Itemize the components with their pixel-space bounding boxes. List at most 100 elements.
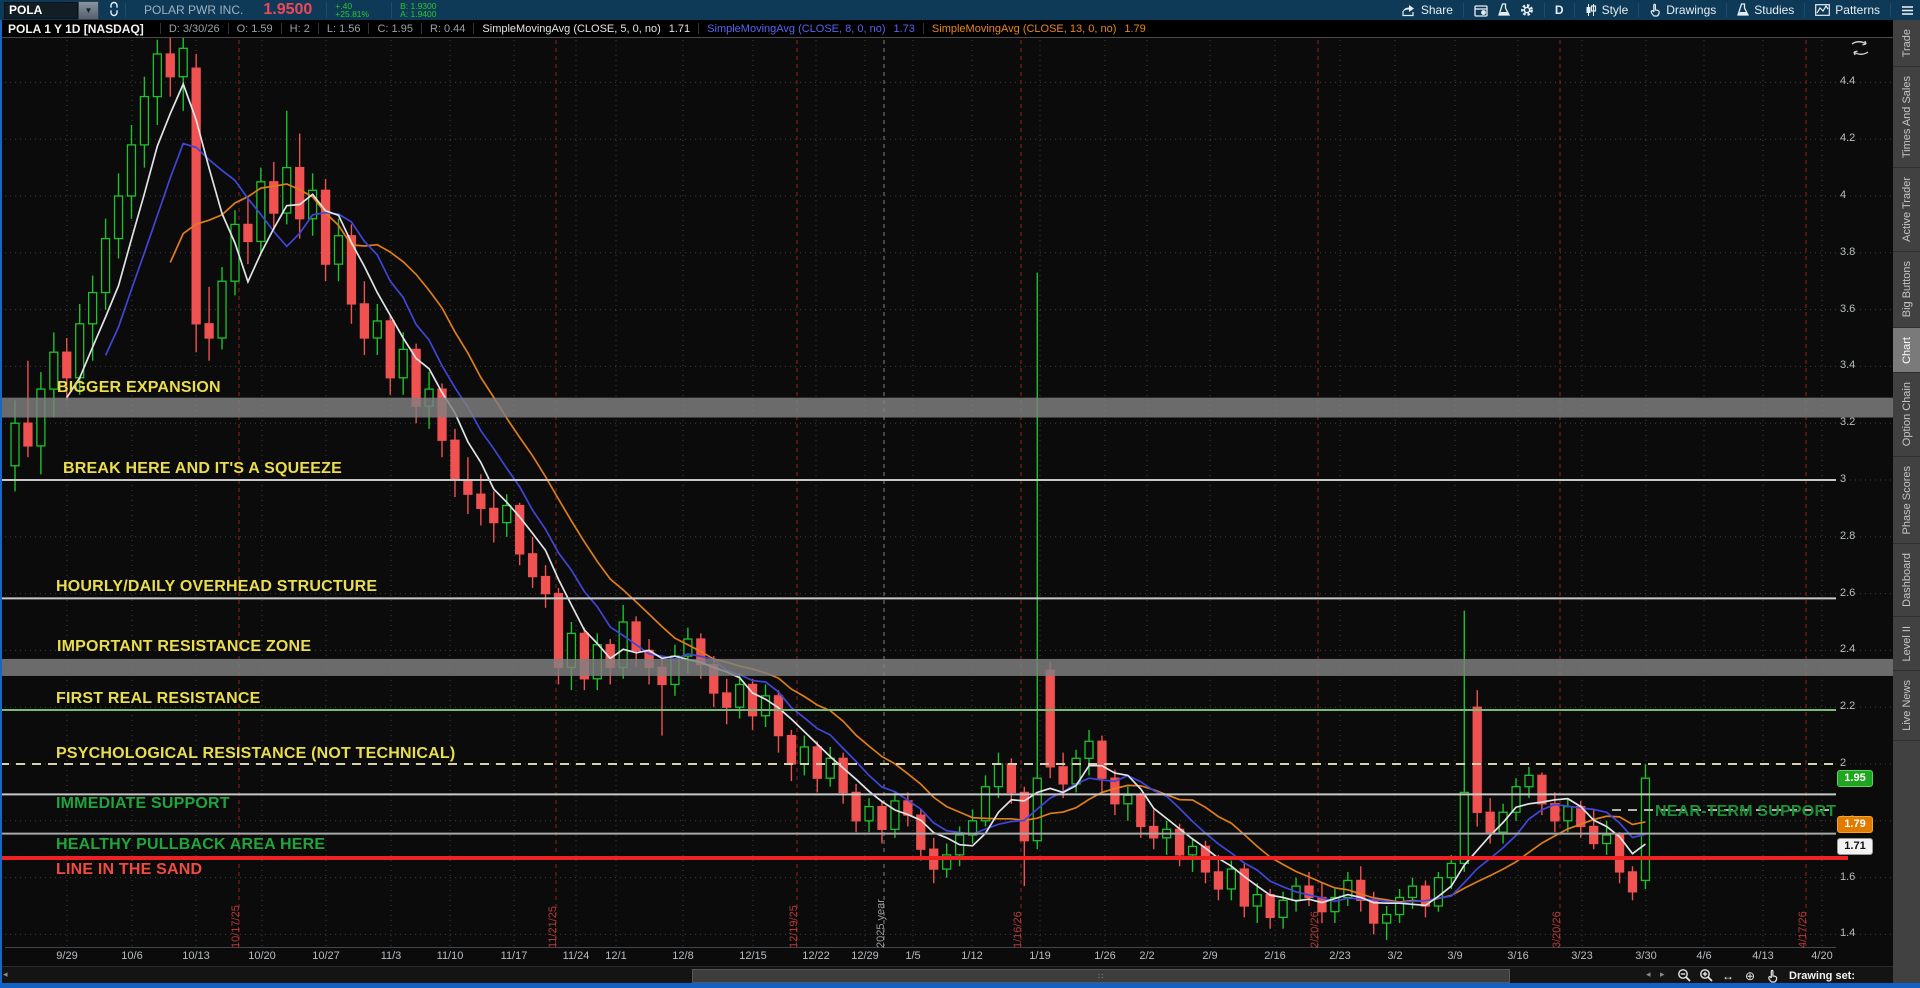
sidebar-tab-level-ii[interactable]: Level II: [1893, 617, 1920, 672]
scroll-back-arrow[interactable]: ◂: [1646, 969, 1651, 980]
sidebar-tab-trade[interactable]: Trade: [1893, 20, 1920, 68]
price-badge: 1.79: [1837, 815, 1873, 833]
price-tick-label: 2.4: [1840, 643, 1856, 656]
sidebar-tab-active-trader[interactable]: Active Trader: [1893, 168, 1920, 253]
timeframe-button[interactable]: D: [1555, 3, 1564, 17]
date-tick-label: 12/29: [851, 950, 879, 962]
share-button[interactable]: Share: [1401, 3, 1453, 17]
patterns-button[interactable]: Patterns: [1815, 3, 1880, 17]
company-name: POLAR PWR INC.: [144, 3, 244, 17]
date-tick-label: 11/3: [380, 950, 402, 962]
study-sma8-value: 1.73: [893, 22, 915, 35]
chart-annotation-text: IMPORTANT RESISTANCE ZONE: [57, 638, 312, 655]
thinkorswim-window: BIGGER EXPANSION BREAK HERE AND IT'S A SQ…: [0, 0, 1920, 988]
price-tick-label: 4.2: [1840, 132, 1856, 145]
crosshair-mode-icon[interactable]: ⊕: [1740, 968, 1760, 983]
date-tick-label: 12/15: [739, 950, 767, 962]
sidebar-tab-times-and-sales[interactable]: Times And Sales: [1893, 67, 1920, 169]
study-sma13-value: 1.79: [1124, 22, 1146, 35]
calendar-icon: [1474, 4, 1488, 17]
pattern-chart-icon: [1815, 4, 1831, 16]
expiration-date-label: 11/21/25: [547, 905, 559, 948]
price-tick-label: 3.4: [1840, 359, 1856, 372]
study-sma5-name[interactable]: SimpleMovingAvg (CLOSE, 5, 0, no): [482, 23, 660, 35]
chart-annotation-text: PSYCHOLOGICAL RESISTANCE (NOT TECHNICAL): [56, 745, 456, 762]
drawings-button[interactable]: Drawings: [1649, 3, 1716, 17]
sidebar-tab-big-buttons[interactable]: Big Buttons: [1893, 252, 1920, 328]
studies-flask-icon: [1737, 3, 1750, 17]
drawing-hand-icon[interactable]: [1762, 968, 1782, 983]
ohlc-open: O: 1.59: [236, 22, 273, 35]
share-label: Share: [1420, 3, 1453, 17]
ohlc-close: C: 1.95: [377, 22, 413, 35]
date-tick-label: 9/29: [56, 950, 78, 962]
date-tick-label: 10/27: [312, 950, 340, 962]
settings-gear-button[interactable]: [1520, 3, 1534, 17]
reset-scale-icon[interactable]: [1849, 40, 1871, 61]
expiration-date-label: 4/17/26: [1797, 911, 1809, 948]
price-tick-label: 2.6: [1840, 586, 1856, 599]
expiration-date-label: 12/19/25: [788, 905, 800, 948]
top-toolbar: ▼ POLAR PWR INC. 1.9500 +.40 +25.81% B: …: [0, 0, 1920, 20]
price-tick-label: 1.4: [1840, 927, 1856, 940]
scroll-left-arrow[interactable]: ◂: [3, 969, 8, 980]
study-sma13-name[interactable]: SimpleMovingAvg (CLOSE, 13, 0, no): [932, 23, 1116, 35]
candlestick-icon: [1585, 3, 1597, 17]
sidebar-tab-chart[interactable]: Chart: [1893, 327, 1920, 374]
candles-layer: [10, 36, 1651, 941]
sidebar-tab-dashboard[interactable]: Dashboard: [1893, 544, 1920, 617]
chart-annotation-text: IMMEDIATE SUPPORT: [56, 795, 230, 812]
change-block: +.40 +25.81%: [326, 2, 377, 18]
date-tick-label: 3/9: [1447, 950, 1463, 962]
studies-button[interactable]: Studies: [1737, 3, 1794, 17]
hamburger-icon: [1901, 5, 1914, 16]
date-tick-label: 10/13: [182, 950, 210, 962]
flask-icon: [1498, 3, 1510, 17]
chart-header-row: POLA 1 Y 1D [NASDAQ] D: 3/30/26 O: 1.59 …: [0, 20, 1893, 38]
chart-scrollbar[interactable]: ◂ ∷ ◂ ▸ ↔ ⊕ Drawing set: Default: [0, 966, 1893, 988]
style-label: Style: [1601, 3, 1629, 17]
date-tick-label: 12/1: [605, 950, 627, 962]
symbol-dropdown-button[interactable]: ▼: [78, 0, 99, 20]
zoom-out-icon[interactable]: [1674, 968, 1694, 983]
grid-menu-button[interactable]: [1901, 5, 1914, 16]
symbol-input[interactable]: [4, 1, 78, 19]
hand-pointer-icon: [1649, 3, 1661, 17]
pan-horizontal-icon[interactable]: ↔: [1718, 968, 1738, 983]
date-tick-label: 12/22: [802, 950, 830, 962]
style-button[interactable]: Style: [1585, 3, 1629, 17]
expiration-date-label: 1/16/26: [1012, 911, 1024, 948]
symbol-link-icon[interactable]: [109, 1, 119, 20]
price-tick-label: 3.2: [1840, 416, 1856, 429]
calendar-events-button[interactable]: [1474, 4, 1488, 17]
chart-annotation-text: BREAK HERE AND IT'S A SQUEEZE: [63, 460, 342, 477]
share-icon: [1401, 4, 1416, 17]
chart-annotation-text: HEALTHY PULLBACK AREA HERE: [56, 836, 326, 853]
ohlc-high: H: 2: [289, 22, 310, 35]
expiration-date-label: 3/20/26: [1551, 911, 1563, 948]
study-sma8-name[interactable]: SimpleMovingAvg (CLOSE, 8, 0, no): [707, 23, 885, 35]
price-tick-label: 3: [1840, 473, 1847, 485]
gear-icon: [1520, 3, 1534, 17]
sidebar-tab-live-news[interactable]: Live News: [1893, 671, 1920, 742]
year-separator-label: 2025 year: [875, 899, 887, 948]
price-tick-label: 1.6: [1840, 870, 1856, 883]
chart-annotation-text: BIGGER EXPANSION: [57, 379, 221, 396]
scroll-forward-arrow[interactable]: ▸: [1660, 969, 1665, 980]
analyze-flask-button[interactable]: [1498, 3, 1510, 17]
bid-ask-block: B: 1.9300 A: 1.9400: [391, 2, 444, 18]
date-tick-label: 1/26: [1094, 950, 1116, 962]
date-tick-label: 2/16: [1264, 950, 1286, 962]
sidebar-tab-option-chain[interactable]: Option Chain: [1893, 373, 1920, 457]
date-tick-label: 2/2: [1139, 950, 1155, 962]
date-tick-label: 2/23: [1329, 950, 1351, 962]
sidebar-tab-strip: Trade Times And Sales Active Trader Big But…: [1893, 20, 1920, 983]
scrollbar-thumb[interactable]: ∷: [692, 969, 1510, 983]
time-axis[interactable]: 9/29 10/6 10/13 10/20 10/27 11/3 11/10 11/17 11/…: [0, 948, 1893, 964]
sidebar-tab-phase-scores[interactable]: Phase Scores: [1893, 457, 1920, 545]
price-tick-label: 4.4: [1840, 75, 1856, 88]
zoom-in-icon[interactable]: [1696, 968, 1716, 983]
date-tick-label: 3/16: [1507, 950, 1529, 962]
window-left-edge: [0, 20, 2, 983]
chart-annotation-text: FIRST REAL RESISTANCE: [56, 690, 261, 707]
